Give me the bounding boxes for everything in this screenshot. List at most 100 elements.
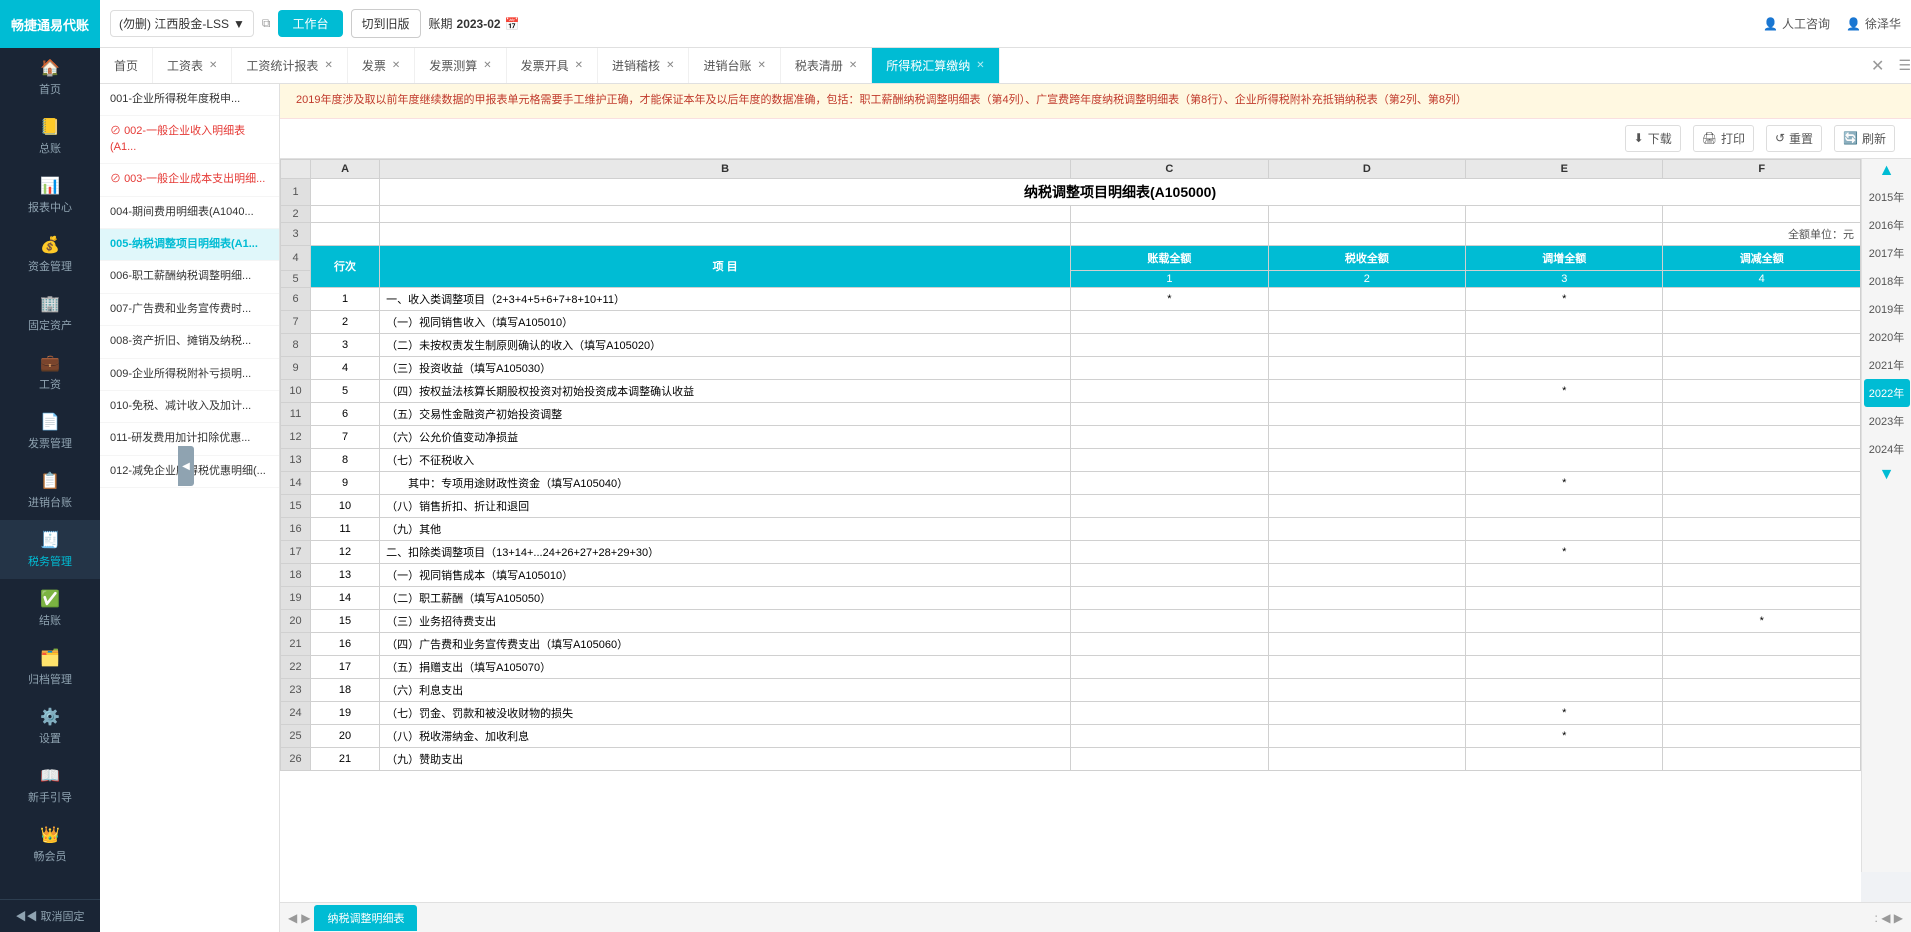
doc-item-001[interactable]: 001-企业所得税年度税申... bbox=[100, 84, 279, 116]
tab-check-close[interactable]: ✕ bbox=[666, 60, 674, 71]
cell-d[interactable] bbox=[1268, 356, 1465, 379]
cell-item[interactable]: （一）视同销售收入（填写A105010） bbox=[380, 310, 1071, 333]
cell-linenum[interactable]: 3 bbox=[311, 333, 380, 356]
tab-payroll-table[interactable]: 工资表 ✕ bbox=[153, 48, 232, 84]
cell-c[interactable] bbox=[1071, 655, 1268, 678]
year-2020[interactable]: 2020年 bbox=[1864, 323, 1910, 351]
cell-d[interactable] bbox=[1268, 494, 1465, 517]
year-2021[interactable]: 2021年 bbox=[1864, 351, 1910, 379]
tab-payroll-close[interactable]: ✕ bbox=[209, 60, 217, 71]
cell-d[interactable] bbox=[1268, 747, 1465, 770]
cell-3B[interactable] bbox=[380, 222, 1071, 245]
cell-c[interactable] bbox=[1071, 448, 1268, 471]
cell-d[interactable] bbox=[1268, 287, 1465, 310]
cell-f[interactable] bbox=[1663, 402, 1861, 425]
sidebar-item-ledger[interactable]: 📒 总账 bbox=[0, 107, 100, 166]
cell-e[interactable] bbox=[1466, 402, 1663, 425]
year-2024[interactable]: 2024年 bbox=[1864, 435, 1910, 463]
tab-payroll-stats[interactable]: 工资统计报表 ✕ bbox=[232, 48, 347, 84]
old-version-button[interactable]: 切到旧版 bbox=[351, 9, 421, 38]
cell-d[interactable] bbox=[1268, 517, 1465, 540]
cell-linenum[interactable]: 2 bbox=[311, 310, 380, 333]
cell-c[interactable] bbox=[1071, 609, 1268, 632]
cell-item[interactable]: 其中：专项用途财政性资金（填写A105040） bbox=[380, 471, 1071, 494]
cell-e[interactable] bbox=[1466, 333, 1663, 356]
service-btn[interactable]: 👤 人工咨询 bbox=[1763, 15, 1830, 32]
cell-linenum[interactable]: 11 bbox=[311, 517, 380, 540]
cell-d[interactable] bbox=[1268, 540, 1465, 563]
cell-3D[interactable] bbox=[1268, 222, 1465, 245]
cell-c[interactable] bbox=[1071, 701, 1268, 724]
year-2023[interactable]: 2023年 bbox=[1864, 407, 1910, 435]
cell-e[interactable] bbox=[1466, 494, 1663, 517]
cell-d[interactable] bbox=[1268, 402, 1465, 425]
cell-f[interactable] bbox=[1663, 310, 1861, 333]
cell-c[interactable] bbox=[1071, 494, 1268, 517]
cell-e[interactable] bbox=[1466, 678, 1663, 701]
cell-linenum[interactable]: 5 bbox=[311, 379, 380, 402]
sheet-nav-right[interactable]: ▶ bbox=[301, 911, 310, 925]
year-2015[interactable]: 2015年 bbox=[1864, 183, 1910, 211]
sidebar-item-invoice[interactable]: 📄 发票管理 bbox=[0, 402, 100, 461]
tab-tax-close[interactable]: ✕ bbox=[849, 60, 857, 71]
cell-f[interactable] bbox=[1663, 678, 1861, 701]
collapse-doclist-btn[interactable]: ◀ bbox=[178, 446, 194, 486]
cell-f[interactable] bbox=[1663, 471, 1861, 494]
cell-item[interactable]: （四）按权益法核算长期股权投资对初始投资成本调整确认收益 bbox=[380, 379, 1071, 402]
cell-d[interactable] bbox=[1268, 471, 1465, 494]
cell-e[interactable] bbox=[1466, 425, 1663, 448]
tab-open-close[interactable]: ✕ bbox=[575, 60, 583, 71]
cell-c[interactable] bbox=[1071, 425, 1268, 448]
cell-2D[interactable] bbox=[1268, 205, 1465, 222]
calendar-icon[interactable]: 📅 bbox=[505, 17, 520, 31]
cell-f[interactable] bbox=[1663, 356, 1861, 379]
cell-item[interactable]: （六）公允价值变动净损益 bbox=[380, 425, 1071, 448]
cell-linenum[interactable]: 12 bbox=[311, 540, 380, 563]
year-2016[interactable]: 2016年 bbox=[1864, 211, 1910, 239]
cell-f[interactable] bbox=[1663, 701, 1861, 724]
cell-e[interactable] bbox=[1466, 586, 1663, 609]
doc-item-004[interactable]: 004-期间费用明细表(A1040... bbox=[100, 197, 279, 229]
sidebar-item-asset-mgmt[interactable]: 💰 资金管理 bbox=[0, 225, 100, 284]
cell-c[interactable] bbox=[1071, 356, 1268, 379]
cell-item[interactable]: （九）赞助支出 bbox=[380, 747, 1071, 770]
cell-item[interactable]: （七）不征税收入 bbox=[380, 448, 1071, 471]
cell-f[interactable] bbox=[1663, 747, 1861, 770]
tab-tax-clear[interactable]: 税表清册 ✕ bbox=[781, 48, 872, 84]
cell-d[interactable] bbox=[1268, 310, 1465, 333]
cell-item[interactable]: （六）利息支出 bbox=[380, 678, 1071, 701]
year-2022[interactable]: 2022年 bbox=[1864, 379, 1910, 407]
cell-3E[interactable] bbox=[1466, 222, 1663, 245]
cell-e[interactable] bbox=[1466, 747, 1663, 770]
cell-linenum[interactable]: 7 bbox=[311, 425, 380, 448]
sidebar-item-archive[interactable]: 🗂️ 归档管理 bbox=[0, 638, 100, 697]
cell-linenum[interactable]: 16 bbox=[311, 632, 380, 655]
cell-2E[interactable] bbox=[1466, 205, 1663, 222]
tab-settings-icon[interactable]: ☰ bbox=[1898, 57, 1911, 74]
cell-2B[interactable] bbox=[380, 205, 1071, 222]
cell-f[interactable] bbox=[1663, 333, 1861, 356]
cell-e[interactable]: * bbox=[1466, 724, 1663, 747]
tab-income-tax[interactable]: 所得税汇算缴纳 ✕ bbox=[872, 48, 999, 84]
sidebar-item-tax[interactable]: 🧾 税务管理 bbox=[0, 520, 100, 579]
cell-linenum[interactable]: 15 bbox=[311, 609, 380, 632]
cell-linenum[interactable]: 9 bbox=[311, 471, 380, 494]
workspace-button[interactable]: 工作台 bbox=[278, 10, 342, 37]
company-selector[interactable]: (勿删) 江西股金-LSS ▼ bbox=[110, 10, 254, 37]
cell-f[interactable] bbox=[1663, 494, 1861, 517]
cell-item[interactable]: （二）未按权责发生制原则确认的收入（填写A105020） bbox=[380, 333, 1071, 356]
cell-item[interactable]: 二、扣除类调整项目（13+14+...24+26+27+28+29+30） bbox=[380, 540, 1071, 563]
cell-2C[interactable] bbox=[1071, 205, 1268, 222]
cell-f[interactable] bbox=[1663, 448, 1861, 471]
tab-invoice[interactable]: 发票 ✕ bbox=[348, 48, 415, 84]
cell-item[interactable]: （五）捐赠支出（填写A105070） bbox=[380, 655, 1071, 678]
sheet-container[interactable]: A B C D E F 1 bbox=[280, 159, 1861, 902]
doc-item-006[interactable]: 006-职工薪酬纳税调整明细... bbox=[100, 261, 279, 293]
cell-f[interactable] bbox=[1663, 517, 1861, 540]
tab-invoice-calc[interactable]: 发票测算 ✕ bbox=[415, 48, 506, 84]
cell-c[interactable] bbox=[1071, 747, 1268, 770]
cell-e[interactable] bbox=[1466, 563, 1663, 586]
cell-c[interactable] bbox=[1071, 310, 1268, 333]
doc-item-008[interactable]: 008-资产折旧、摊销及纳税... bbox=[100, 326, 279, 358]
cell-item[interactable]: （八）税收滞纳金、加收利息 bbox=[380, 724, 1071, 747]
